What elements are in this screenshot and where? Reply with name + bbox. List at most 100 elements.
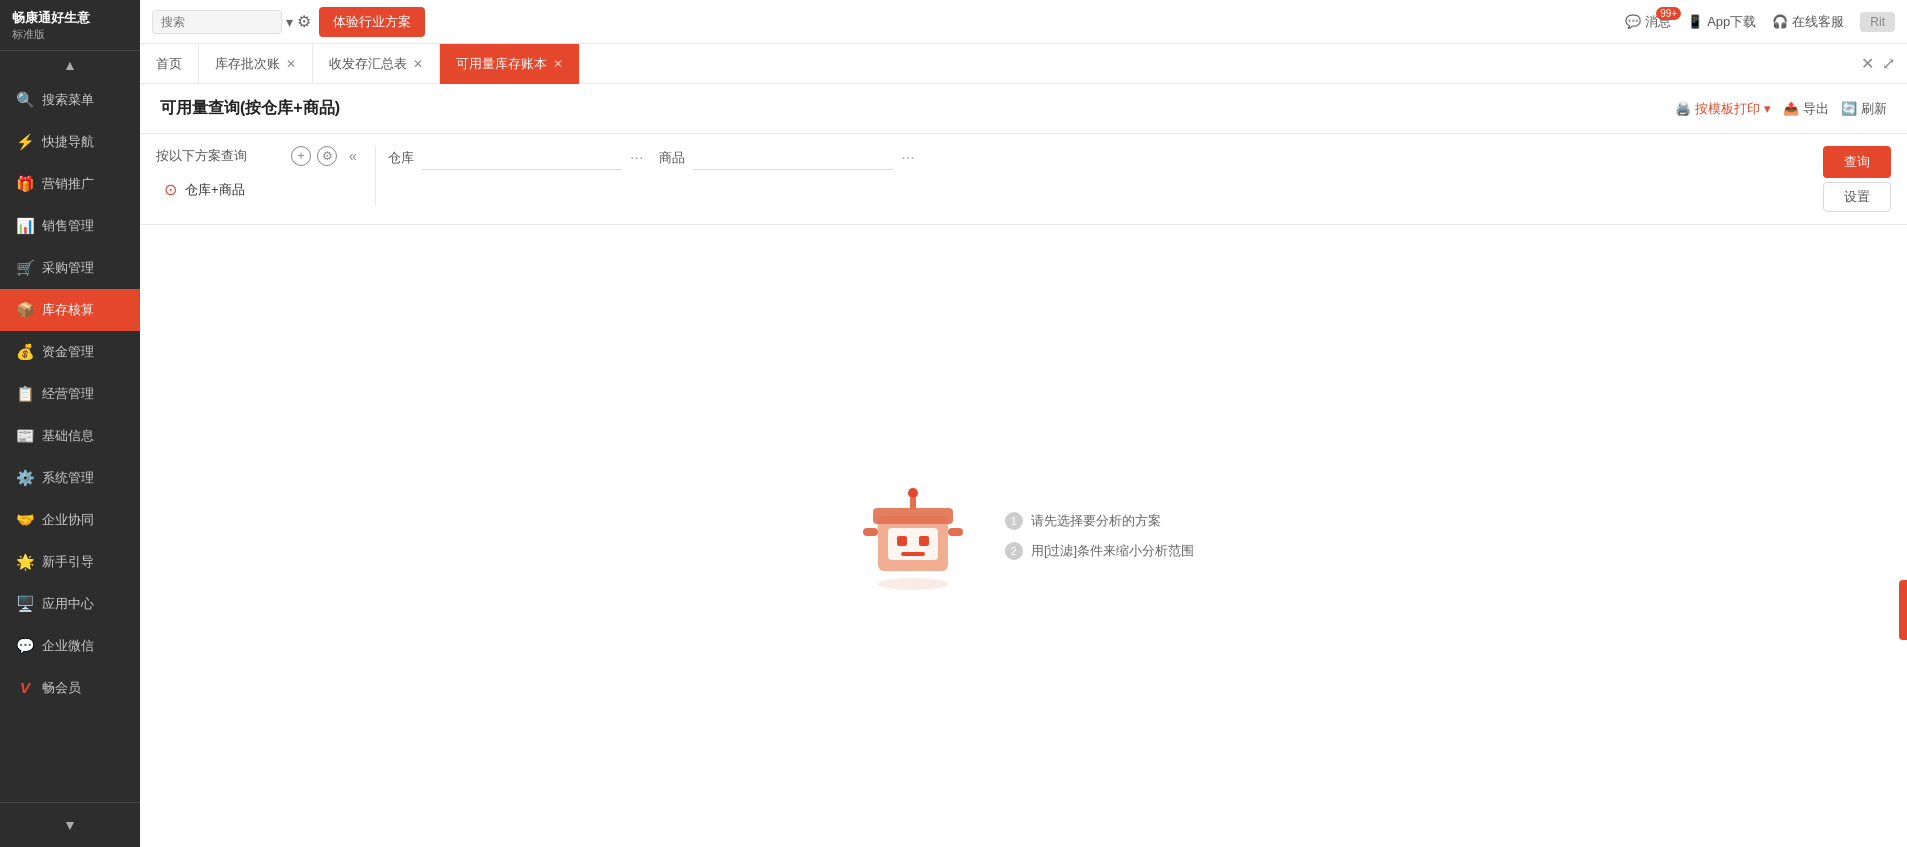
tab-batch-account[interactable]: 库存批次账 ✕: [199, 44, 313, 84]
tab-actions: ✕ ⤢: [1849, 54, 1907, 73]
topbar-dropdown-btn[interactable]: ▾: [286, 14, 293, 30]
sidebar-item-purchase[interactable]: 🛒 采购管理: [0, 247, 140, 289]
filter-area: 按以下方案查询 + ⚙ « ⊙ 仓库+商品 仓库 ···: [140, 134, 1907, 225]
tab-batch-account-close[interactable]: ✕: [286, 57, 296, 71]
tab-stock-summary-label: 收发存汇总表: [329, 55, 407, 73]
page-header-actions: 🖨️ 按模板打印 ▾ 📤 导出 🔄 刷新: [1675, 100, 1887, 118]
print-icon: 🖨️: [1675, 101, 1691, 116]
sidebar-item-marketing[interactable]: 🎁 营销推广: [0, 163, 140, 205]
sidebar-item-label: 企业协同: [42, 511, 94, 529]
brand-name: 畅康通好生意: [12, 10, 128, 27]
topbar-app-btn[interactable]: 📱 App下载: [1687, 13, 1756, 31]
filter-add-btn[interactable]: +: [291, 146, 311, 166]
marketing-icon: 🎁: [16, 175, 34, 193]
msg-icon: 💬: [1625, 14, 1641, 29]
warehouse-input[interactable]: [422, 146, 622, 170]
topbar-msg-btn[interactable]: 💬 消息 99+: [1625, 13, 1671, 31]
membership-icon: V: [16, 679, 34, 696]
sidebar-item-enterprise-wx[interactable]: 💬 企业微信: [0, 625, 140, 667]
svg-rect-7: [863, 528, 878, 536]
app-icon: 📱: [1687, 14, 1703, 29]
sidebar-item-enterprise[interactable]: 🤝 企业协同: [0, 499, 140, 541]
filter-panel-actions: + ⚙ «: [291, 146, 363, 166]
main-area: ▾ ⚙ 体验行业方案 💬 消息 99+ 📱 App下载 🎧 在线客服 Rit 首…: [140, 0, 1907, 847]
filter-settings-btn[interactable]: ⚙: [317, 146, 337, 166]
tab-stock-summary[interactable]: 收发存汇总表 ✕: [313, 44, 440, 84]
tab-home[interactable]: 首页: [140, 44, 199, 84]
sidebar-item-finance[interactable]: 💰 资金管理: [0, 331, 140, 373]
warehouse-label: 仓库: [388, 149, 414, 167]
app-label: App下载: [1707, 13, 1756, 31]
sidebar-item-inventory[interactable]: 📦 库存核算: [0, 289, 140, 331]
export-btn[interactable]: 📤 导出: [1783, 100, 1829, 118]
sidebar-item-app-center[interactable]: 🖥️ 应用中心: [0, 583, 140, 625]
query-btn[interactable]: 查询: [1823, 146, 1891, 178]
topbar-service-btn[interactable]: 🎧 在线客服: [1772, 13, 1844, 31]
export-icon: 📤: [1783, 101, 1799, 116]
topbar-gear-btn[interactable]: ⚙: [297, 12, 311, 31]
topbar-search-area: ▾ ⚙: [152, 10, 311, 34]
inventory-icon: 📦: [16, 301, 34, 319]
sidebar-item-label: 畅会员: [42, 679, 81, 697]
operation-icon: 📋: [16, 385, 34, 403]
goods-input[interactable]: [693, 146, 893, 170]
sidebar-item-quick-nav[interactable]: ⚡ 快捷导航: [0, 121, 140, 163]
sidebar-item-newbie[interactable]: 🌟 新手引导: [0, 541, 140, 583]
sidebar-item-label: 经营管理: [42, 385, 94, 403]
tab-available-stock[interactable]: 可用量库存账本 ✕: [440, 44, 580, 84]
page-title: 可用量查询(按仓库+商品): [160, 98, 340, 119]
sidebar-item-search[interactable]: 🔍 搜索菜单: [0, 79, 140, 121]
goods-more-btn[interactable]: ···: [901, 149, 914, 167]
export-label: 导出: [1803, 100, 1829, 118]
filter-panel: 按以下方案查询 + ⚙ « ⊙ 仓库+商品: [156, 146, 376, 205]
finance-icon: 💰: [16, 343, 34, 361]
topbar-avatar[interactable]: Rit: [1860, 12, 1895, 32]
sidebar-scroll-down[interactable]: ▼: [0, 811, 140, 839]
tab-available-stock-close[interactable]: ✕: [553, 57, 563, 71]
sidebar-item-label: 系统管理: [42, 469, 94, 487]
refresh-btn[interactable]: 🔄 刷新: [1841, 100, 1887, 118]
sidebar-item-system[interactable]: ⚙️ 系统管理: [0, 457, 140, 499]
right-scroll-handle[interactable]: [1899, 580, 1907, 640]
empty-tip-1: 1 请先选择要分析的方案: [1005, 512, 1194, 530]
topbar-right: 💬 消息 99+ 📱 App下载 🎧 在线客服 Rit: [1625, 12, 1895, 32]
sidebar-scroll-up[interactable]: ▲: [0, 51, 140, 79]
warehouse-more-btn[interactable]: ···: [630, 149, 643, 167]
topbar: ▾ ⚙ 体验行业方案 💬 消息 99+ 📱 App下载 🎧 在线客服 Rit: [140, 0, 1907, 44]
print-dropdown-icon: ▾: [1764, 101, 1771, 116]
refresh-icon: 🔄: [1841, 101, 1857, 116]
filter-settings-small-btn[interactable]: 设置: [1823, 182, 1891, 212]
filter-collapse-btn[interactable]: «: [343, 146, 363, 166]
svg-rect-9: [910, 496, 916, 510]
print-btn[interactable]: 🖨️ 按模板打印 ▾: [1675, 100, 1771, 118]
sidebar-footer: ▼: [0, 802, 140, 847]
tab-close-all-btn[interactable]: ✕: [1861, 54, 1874, 73]
sidebar-item-sales[interactable]: 📊 销售管理: [0, 205, 140, 247]
tab-stock-summary-close[interactable]: ✕: [413, 57, 423, 71]
svg-point-10: [908, 488, 918, 498]
sidebar-item-membership[interactable]: V 畅会员: [0, 667, 140, 709]
tabbar: 首页 库存批次账 ✕ 收发存汇总表 ✕ 可用量库存账本 ✕ ✕ ⤢: [140, 44, 1907, 84]
sidebar-item-label: 企业微信: [42, 637, 94, 655]
svg-rect-8: [948, 528, 963, 536]
quick-nav-icon: ⚡: [16, 133, 34, 151]
topbar-search-input[interactable]: [152, 10, 282, 34]
sidebar: 畅康通好生意 标准版 ▲ 🔍 搜索菜单 ⚡ 快捷导航 🎁 营销推广 📊 销售管理…: [0, 0, 140, 847]
app-center-icon: 🖥️: [16, 595, 34, 613]
service-label: 在线客服: [1792, 13, 1844, 31]
sidebar-header: 畅康通好生意 标准版: [0, 0, 140, 51]
topbar-industry-btn[interactable]: 体验行业方案: [319, 7, 425, 37]
sidebar-item-label: 基础信息: [42, 427, 94, 445]
filter-goods-group: 商品 ···: [659, 146, 914, 170]
tip1-text: 请先选择要分析的方案: [1031, 512, 1161, 530]
goods-label: 商品: [659, 149, 685, 167]
sidebar-item-basic[interactable]: 📰 基础信息: [0, 415, 140, 457]
sidebar-item-label: 应用中心: [42, 595, 94, 613]
sidebar-item-operation[interactable]: 📋 经营管理: [0, 373, 140, 415]
filter-item-icon: ⊙: [164, 180, 177, 199]
tab-expand-btn[interactable]: ⤢: [1882, 54, 1895, 73]
sidebar-item-label: 营销推广: [42, 175, 94, 193]
filter-warehouse-group: 仓库 ···: [388, 146, 643, 170]
sidebar-item-label: 库存核算: [42, 301, 94, 319]
filter-item-warehouse-goods[interactable]: ⊙ 仓库+商品: [156, 174, 363, 205]
